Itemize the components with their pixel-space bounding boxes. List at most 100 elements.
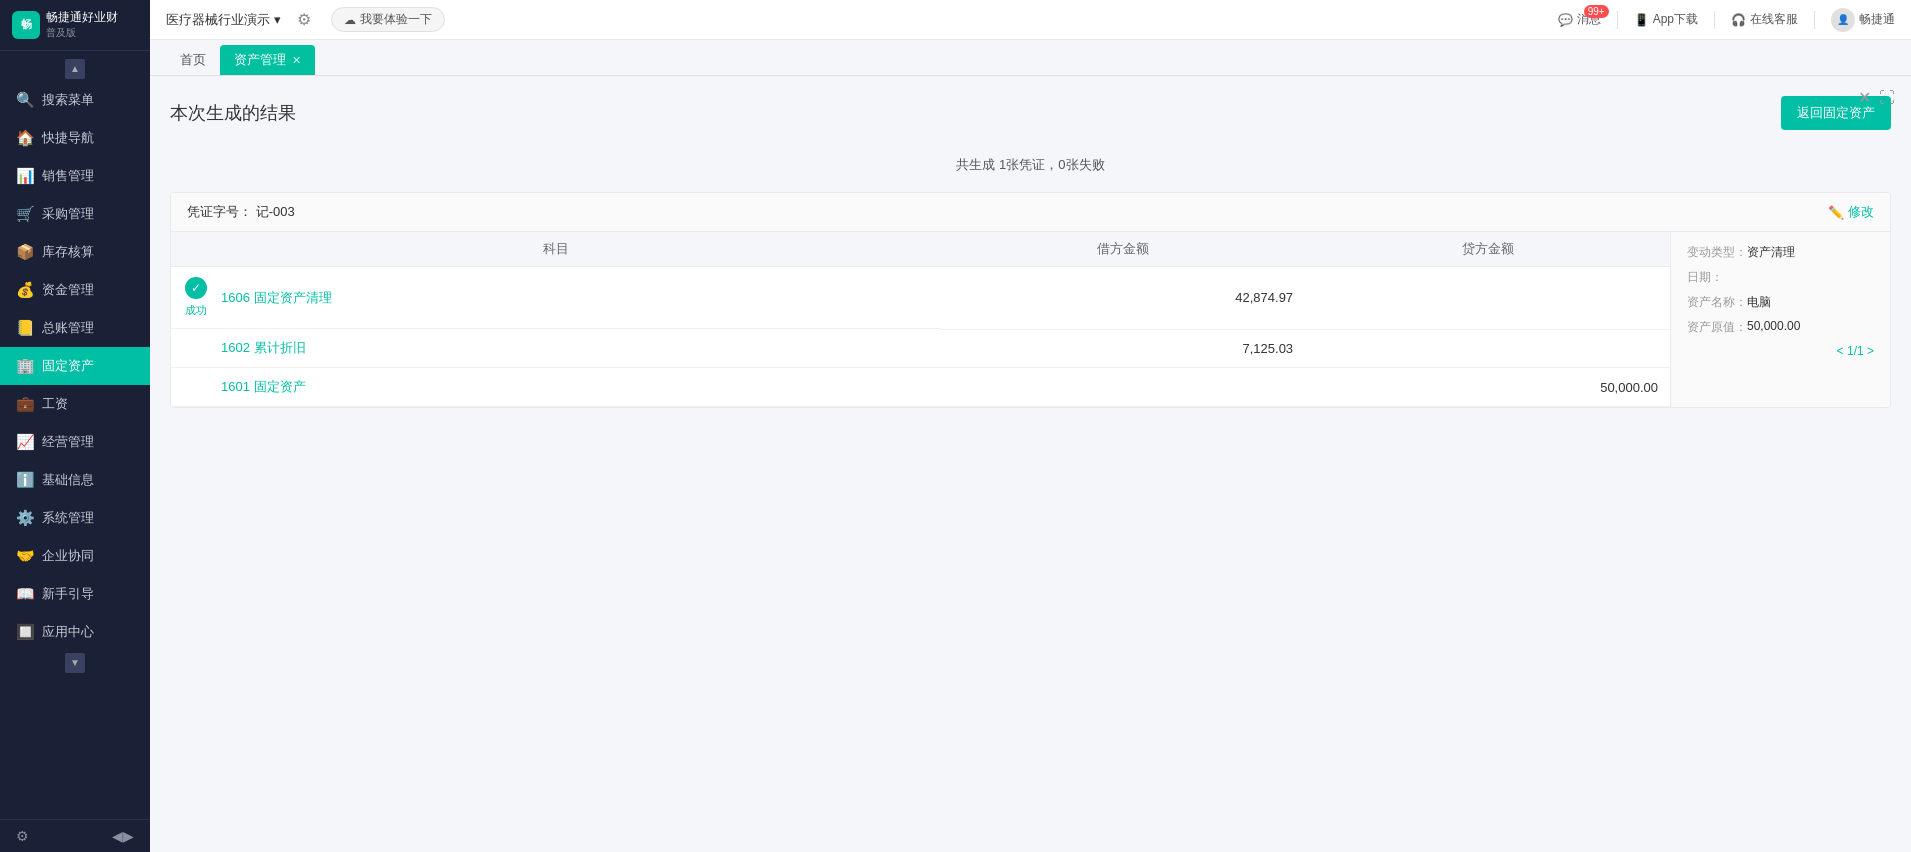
sidebar-item-app-center[interactable]: 🔲 应用中心	[0, 613, 150, 651]
table-row: ✓ 成功 1606 固定资产清理 42,874.97	[171, 267, 1670, 330]
top-header: 医疗器械行业演示 ▾ ⚙ ☁ 我要体验一下 💬 消息 99+ 📱 App下载 �	[150, 0, 1911, 40]
pagination-prev[interactable]: <	[1837, 344, 1844, 358]
operations-icon: 📈	[16, 433, 34, 451]
fixed-assets-icon: 🏢	[16, 357, 34, 375]
sidebar-item-quick-nav[interactable]: 🏠 快捷导航	[0, 119, 150, 157]
edit-icon: ✏️	[1828, 205, 1844, 220]
table-header-row: 科目 借方金额 贷方金额	[171, 232, 1670, 267]
pagination-next[interactable]: >	[1867, 344, 1874, 358]
tab-bar: 首页 资产管理 ✕	[150, 40, 1911, 76]
sidebar-item-purchase[interactable]: 🛒 采购管理	[0, 195, 150, 233]
success-label: 成功	[185, 303, 207, 318]
sidebar-nav: ▲ 🔍 搜索菜单 🏠 快捷导航 📊 销售管理 🛒 采购管理 📦 库存核算 💰 资…	[0, 51, 150, 819]
sidebar-item-basic-info[interactable]: ℹ️ 基础信息	[0, 461, 150, 499]
credit-amount-2	[1305, 329, 1670, 368]
header-right: 💬 消息 99+ 📱 App下载 🎧 在线客服 👤 畅捷通	[1558, 8, 1895, 32]
experience-button[interactable]: ☁ 我要体验一下	[331, 7, 445, 32]
company-selector[interactable]: 医疗器械行业演示 ▾	[166, 11, 281, 29]
enterprise-icon: 🤝	[16, 547, 34, 565]
voucher-body: 科目 借方金额 贷方金额 ✓ 成功	[171, 232, 1890, 407]
logo-icon: 畅	[12, 11, 40, 39]
subject-cell-3: 1601 固定资产	[171, 368, 940, 407]
message-icon: 💬	[1558, 13, 1573, 27]
online-service-action[interactable]: 🎧 在线客服	[1731, 11, 1798, 28]
summary-bar: 共生成 1张凭证，0张失败	[170, 146, 1891, 184]
header-left: 医疗器械行业演示 ▾ ⚙ ☁ 我要体验一下	[166, 7, 445, 32]
subject-cell: ✓ 成功 1606 固定资产清理	[171, 267, 940, 329]
asset-name-value: 电脑	[1747, 294, 1771, 311]
edit-button[interactable]: ✏️ 修改	[1828, 203, 1874, 221]
header-divider-3	[1814, 11, 1815, 29]
voucher-table-area: 科目 借方金额 贷方金额 ✓ 成功	[171, 232, 1670, 407]
asset-value-label: 资产原值：	[1687, 319, 1747, 336]
sidebar-item-search[interactable]: 🔍 搜索菜单	[0, 81, 150, 119]
sidebar-item-funds[interactable]: 💰 资金管理	[0, 271, 150, 309]
settings-icon[interactable]: ⚙	[16, 828, 29, 844]
sidebar-item-system[interactable]: ⚙️ 系统管理	[0, 499, 150, 537]
subject-cell-2: 1602 累计折旧	[171, 329, 940, 368]
system-icon: ⚙️	[16, 509, 34, 527]
sidebar-item-payroll[interactable]: 💼 工资	[0, 385, 150, 423]
page-title-row: 本次生成的结果 返回固定资产	[170, 96, 1891, 130]
sidebar-item-fixed-assets[interactable]: 🏢 固定资产	[0, 347, 150, 385]
voucher-table: 科目 借方金额 贷方金额 ✓ 成功	[171, 232, 1670, 407]
success-icon: ✓	[185, 277, 207, 299]
app-download-action[interactable]: 📱 App下载	[1634, 11, 1698, 28]
header-divider-1	[1617, 11, 1618, 29]
search-icon: 🔍	[16, 91, 34, 109]
funds-icon: 💰	[16, 281, 34, 299]
tab-close-icon[interactable]: ✕	[292, 54, 301, 67]
scroll-down-arrow[interactable]: ▼	[65, 653, 85, 673]
message-action[interactable]: 💬 消息 99+	[1558, 11, 1601, 28]
sidebar-item-ledger[interactable]: 📒 总账管理	[0, 309, 150, 347]
change-type-label: 变动类型：	[1687, 244, 1747, 261]
expand-window-button[interactable]: ⛶	[1879, 89, 1895, 107]
table-row: 1602 累计折旧 7,125.03	[171, 329, 1670, 368]
toggle-sidebar-icon[interactable]: ◀▶	[112, 828, 134, 844]
sidebar-item-sales[interactable]: 📊 销售管理	[0, 157, 150, 195]
tab-home[interactable]: 首页	[166, 45, 220, 75]
subject-link-1[interactable]: 1606 固定资产清理	[221, 289, 332, 307]
avatar: 👤	[1831, 8, 1855, 32]
sidebar-item-guide[interactable]: 📖 新手引导	[0, 575, 150, 613]
voucher-header: 凭证字号： 记-003 ✏️ 修改	[171, 193, 1890, 232]
inventory-icon: 📦	[16, 243, 34, 261]
user-action[interactable]: 👤 畅捷通	[1831, 8, 1895, 32]
scroll-up-arrow[interactable]: ▲	[65, 59, 85, 79]
subject-link-3[interactable]: 1601 固定资产	[221, 379, 306, 394]
tab-asset-management[interactable]: 资产管理 ✕	[220, 45, 315, 75]
sidebar: 畅 畅捷通好业财 普及版 ▲ 🔍 搜索菜单 🏠 快捷导航 📊 销售管理 🛒 采购…	[0, 0, 150, 852]
sidebar-item-enterprise[interactable]: 🤝 企业协同	[0, 537, 150, 575]
company-dropdown-icon: ▾	[274, 12, 281, 27]
col-debit: 借方金额	[940, 232, 1305, 267]
header-settings-icon[interactable]: ⚙	[297, 10, 311, 29]
home-icon: 🏠	[16, 129, 34, 147]
page-title: 本次生成的结果	[170, 101, 296, 125]
debit-amount-1: 42,874.97	[940, 267, 1305, 330]
asset-name-row: 资产名称： 电脑	[1687, 294, 1874, 311]
sidebar-bottom: ⚙ ◀▶	[0, 819, 150, 852]
sidebar-logo: 畅 畅捷通好业财 普及版	[0, 0, 150, 51]
message-badge: 99+	[1584, 5, 1609, 18]
voucher-card: 凭证字号： 记-003 ✏️ 修改 科目 借方金额	[170, 192, 1891, 408]
change-type-row: 变动类型： 资产清理	[1687, 244, 1874, 261]
content-area: ✕ ⛶ 本次生成的结果 返回固定资产 共生成 1张凭证，0张失败 凭证字号： 记…	[150, 76, 1911, 852]
close-window-button[interactable]: ✕	[1858, 88, 1871, 107]
basic-info-icon: ℹ️	[16, 471, 34, 489]
sidebar-item-operations[interactable]: 📈 经营管理	[0, 423, 150, 461]
logo-sub: 普及版	[46, 26, 118, 40]
subject-link-2[interactable]: 1602 累计折旧	[221, 340, 306, 355]
voucher-side-panel: 变动类型： 资产清理 日期： 资产名称： 电脑 资产原值： 50,000.00	[1670, 232, 1890, 407]
experience-icon: ☁	[344, 13, 356, 27]
sidebar-item-inventory[interactable]: 📦 库存核算	[0, 233, 150, 271]
asset-name-label: 资产名称：	[1687, 294, 1747, 311]
ledger-icon: 📒	[16, 319, 34, 337]
payroll-icon: 💼	[16, 395, 34, 413]
change-type-value: 资产清理	[1747, 244, 1795, 261]
col-credit: 贷方金额	[1305, 232, 1670, 267]
main-area: 医疗器械行业演示 ▾ ⚙ ☁ 我要体验一下 💬 消息 99+ 📱 App下载 �	[150, 0, 1911, 852]
service-icon: 🎧	[1731, 13, 1746, 27]
pagination-info: 1/1	[1847, 344, 1867, 358]
date-label: 日期：	[1687, 269, 1747, 286]
col-subject: 科目	[171, 232, 940, 267]
